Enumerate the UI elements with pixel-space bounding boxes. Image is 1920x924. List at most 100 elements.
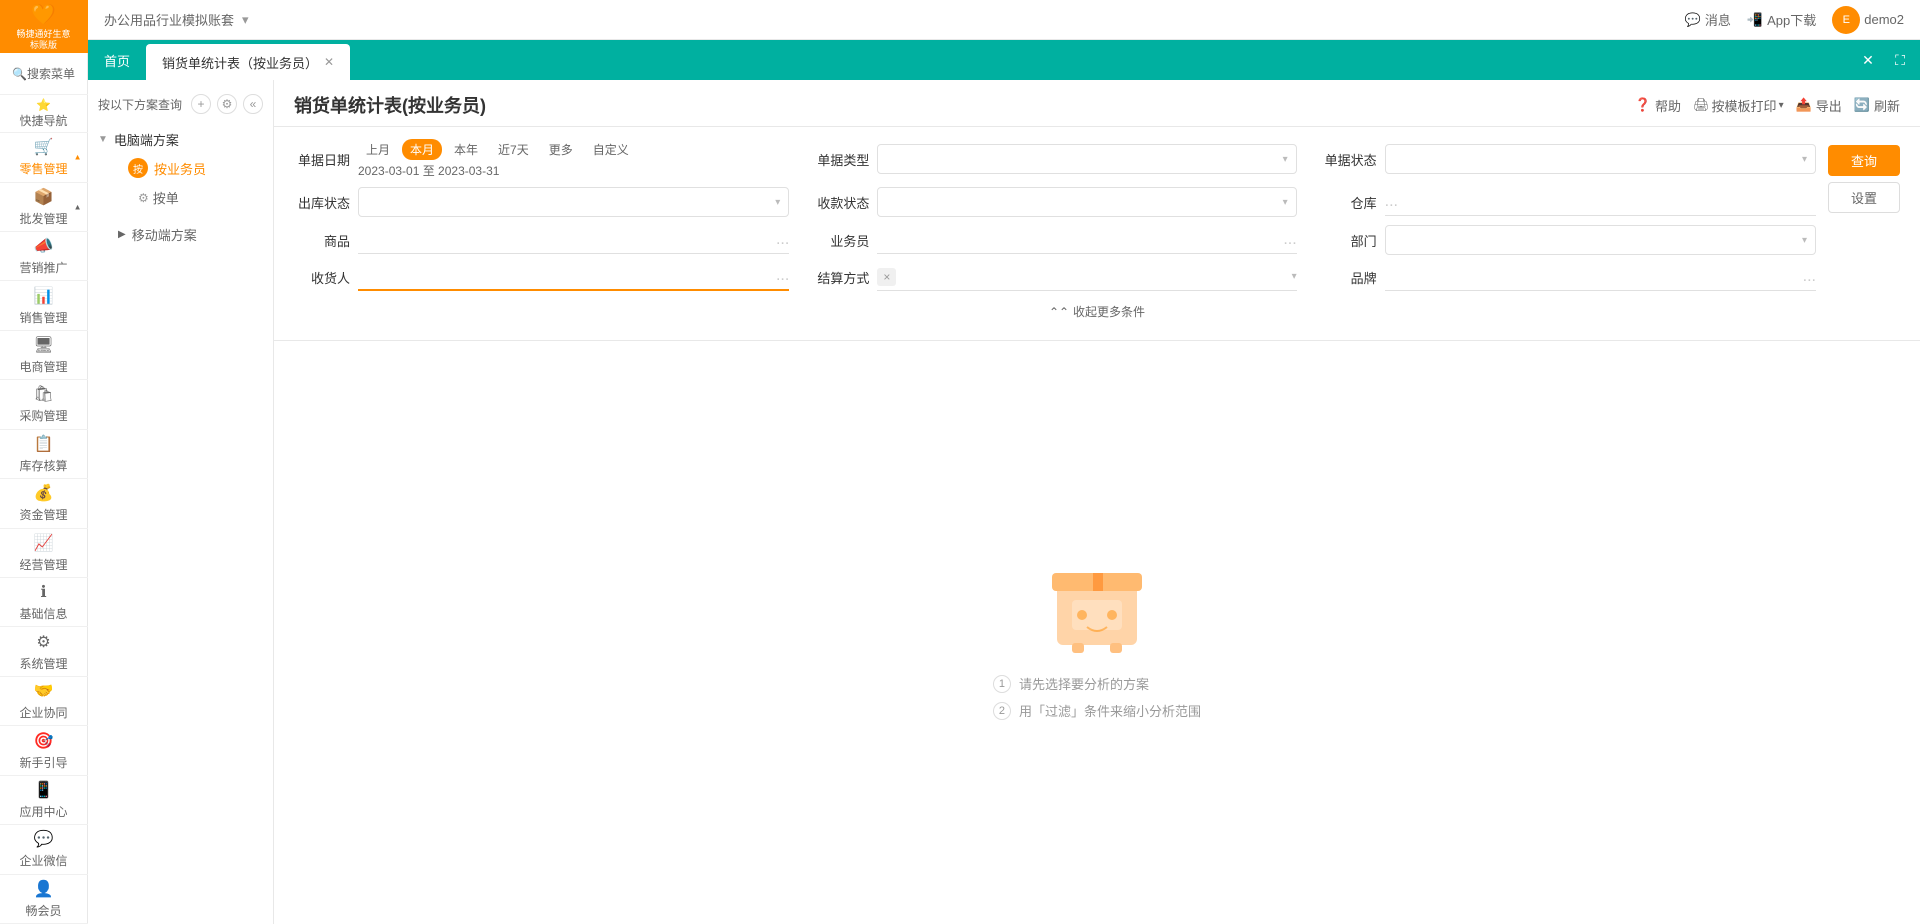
collect-status-label: 收款状态 [813,193,877,212]
help-icon: ❓ [1635,97,1651,113]
collect-status-select[interactable]: ▾ [877,187,1296,217]
empty-tip-1: 1 请先选择要分析的方案 [993,674,1201,693]
scheme-salesman-icon: 按 [128,158,148,178]
mobile-arrow-right-icon: ▶ [118,229,126,240]
sidebar-system-label: 系统管理 [19,655,67,672]
sidebar-ecom-label: 电商管理 [19,358,67,375]
sidebar-retail-label: 零售管理 [19,160,67,177]
refresh-btn[interactable]: 🔄 刷新 [1854,96,1900,115]
filter-brand: 品牌 ... [1309,263,1816,291]
user-profile[interactable]: E demo2 [1832,6,1904,34]
sidebar-item-sales[interactable]: 📊 销售管理 [0,281,88,330]
doc-type-select[interactable]: ▾ [877,144,1296,174]
nav-label: 快捷导航 [19,112,67,129]
settings-button[interactable]: 设置 [1828,182,1900,213]
export-btn[interactable]: 📤 导出 [1796,96,1842,115]
brand-label: 品牌 [1321,268,1385,287]
sidebar-item-ecom[interactable]: 🖥 电商管理 [0,331,88,380]
top-header: 办公用品行业模拟账套 ▾ 💬 消息 📲 App下载 E demo2 [88,0,1920,40]
date-tab-7days[interactable]: 近7天 [490,139,537,160]
sidebar-collab-label: 企业协同 [19,704,67,721]
sidebar-item-wholesale[interactable]: 📦 批发管理 [0,183,88,232]
sidebar-item-finance[interactable]: 💰 资金管理 [0,479,88,528]
receiver-label: 收货人 [294,268,358,287]
page-header: 销货单统计表(按业务员) ❓ 帮助 🖨 按模板打印 ▾ 📤 导出 [274,80,1920,127]
basic-icon: ℹ [40,582,46,602]
sidebar-member-label: 畅会员 [25,902,61,919]
sidebar-search[interactable]: 🔍 搜索菜单 [0,53,88,95]
warehouse-dots[interactable]: ... [1385,193,1398,211]
scheme-group-mobile-header[interactable]: ▶ 移动端方案 [98,220,263,249]
scheme-item-salesman[interactable]: 按 按业务员 [98,153,263,183]
date-tab-thisyear[interactable]: 本年 [446,139,486,160]
tab-expand-btn[interactable]: ⛶ [1888,48,1912,72]
payment-tag-close[interactable]: × [883,270,890,284]
salesman-dots[interactable]: ... [1283,231,1296,249]
tab-close-icon[interactable]: ✕ [324,55,334,69]
main-area: 办公用品行业模拟账套 ▾ 💬 消息 📲 App下载 E demo2 首页 销货单… [88,0,1920,924]
sidebar-item-system[interactable]: ⚙ 系统管理 [0,627,88,676]
sidebar-logo[interactable]: 🧡 畅捷通好生意 标账版 [0,0,88,53]
print-template-btn[interactable]: 🖨 按模板打印 ▾ [1693,96,1784,115]
panel-header-title: 按以下方案查询 [98,96,182,113]
collapse-bar[interactable]: ⌃⌃ 收起更多条件 [294,295,1900,328]
receiver-input[interactable] [358,269,776,283]
sidebar-item-purchase[interactable]: 🛍 采购管理 [0,380,88,429]
print-label: 按模板打印 [1712,96,1777,115]
dept-select[interactable]: ▾ [1385,225,1816,255]
sidebar-item-guide[interactable]: 🎯 新手引导 [0,726,88,775]
tab-close-btn[interactable]: ✕ [1856,48,1880,72]
message-label: 消息 [1705,10,1731,29]
sidebar-item-operation[interactable]: 📈 经营管理 [0,529,88,578]
message-btn[interactable]: 💬 消息 [1685,10,1731,29]
sidebar-item-collab[interactable]: 🤝 企业协同 [0,677,88,726]
doc-status-chevron-icon: ▾ [1802,154,1807,165]
tip2-num: 2 [993,702,1011,720]
collapse-up-icon: ⌃⌃ [1049,305,1069,319]
sidebar-purchase-label: 采购管理 [19,407,67,424]
sidebar-item-bizwx[interactable]: 💬 企业微信 [0,825,88,874]
query-button[interactable]: 查询 [1828,145,1900,176]
brand-dots[interactable]: ... [1803,268,1816,286]
out-status-select[interactable]: ▾ [358,187,789,217]
collapse-panel-btn[interactable]: « [243,94,263,114]
sidebar-item-appcenter[interactable]: 📱 应用中心 [0,776,88,825]
receiver-dots[interactable]: ... [776,267,789,285]
sidebar-item-retail[interactable]: 🛒 零售管理 [0,133,88,182]
add-scheme-btn[interactable]: + [191,94,211,114]
settings-scheme-btn[interactable]: ⚙ [217,94,237,114]
goods-dots[interactable]: ... [776,231,789,249]
filter-collect-status: 收款状态 ▾ [801,187,1308,217]
sidebar-item-marketing[interactable]: 📣 营销推广 [0,232,88,281]
payment-label: 结算方式 [813,268,877,287]
date-tab-lastmonth[interactable]: 上月 [358,139,398,160]
doc-status-select[interactable]: ▾ [1385,144,1816,174]
sidebar-bizwx-label: 企业微信 [19,852,67,869]
help-label: 帮助 [1655,96,1681,115]
member-icon: 👤 [34,879,54,899]
message-icon: 💬 [1685,12,1701,28]
help-btn[interactable]: ❓ 帮助 [1635,96,1681,115]
filter-receiver: 收货人 ... [294,263,801,291]
sidebar-item-basic[interactable]: ℹ 基础信息 [0,578,88,627]
sidebar-item-member[interactable]: 👤 畅会员 [0,875,88,924]
scheme-group-desktop-header[interactable]: ▼ 电脑端方案 [98,126,263,153]
left-panel: 按以下方案查询 + ⚙ « ▼ 电脑端方案 按 按业务员 ⚙ 按单 [88,80,274,924]
breadcrumb-dropdown-icon[interactable]: ▾ [242,12,249,28]
header-right: 💬 消息 📲 App下载 E demo2 [1685,6,1904,34]
date-tab-custom[interactable]: 自定义 [585,139,637,160]
tab-home[interactable]: 首页 [88,40,146,80]
bizwx-icon: 💬 [34,829,54,849]
sidebar-quicknav[interactable]: ⭐ 快捷导航 [0,95,88,133]
scheme-item-order[interactable]: ⚙ 按单 [98,183,263,212]
date-tab-thismonth[interactable]: 本月 [402,139,442,160]
print-icon: 🖨 [1693,97,1710,113]
scheme-group-mobile: ▶ 移动端方案 [88,216,273,253]
app-download-btn[interactable]: 📲 App下载 [1747,10,1816,29]
date-tab-more[interactable]: 更多 [541,139,581,160]
filter-salesman: 业务员 ... [801,225,1308,255]
query-actions: 查询 设置 [1816,139,1900,219]
tab-sales-stat[interactable]: 销货单统计表（按业务员） ✕ [146,44,350,80]
dept-label: 部门 [1321,231,1385,250]
sidebar-item-inventory[interactable]: 📋 库存核算 [0,430,88,479]
